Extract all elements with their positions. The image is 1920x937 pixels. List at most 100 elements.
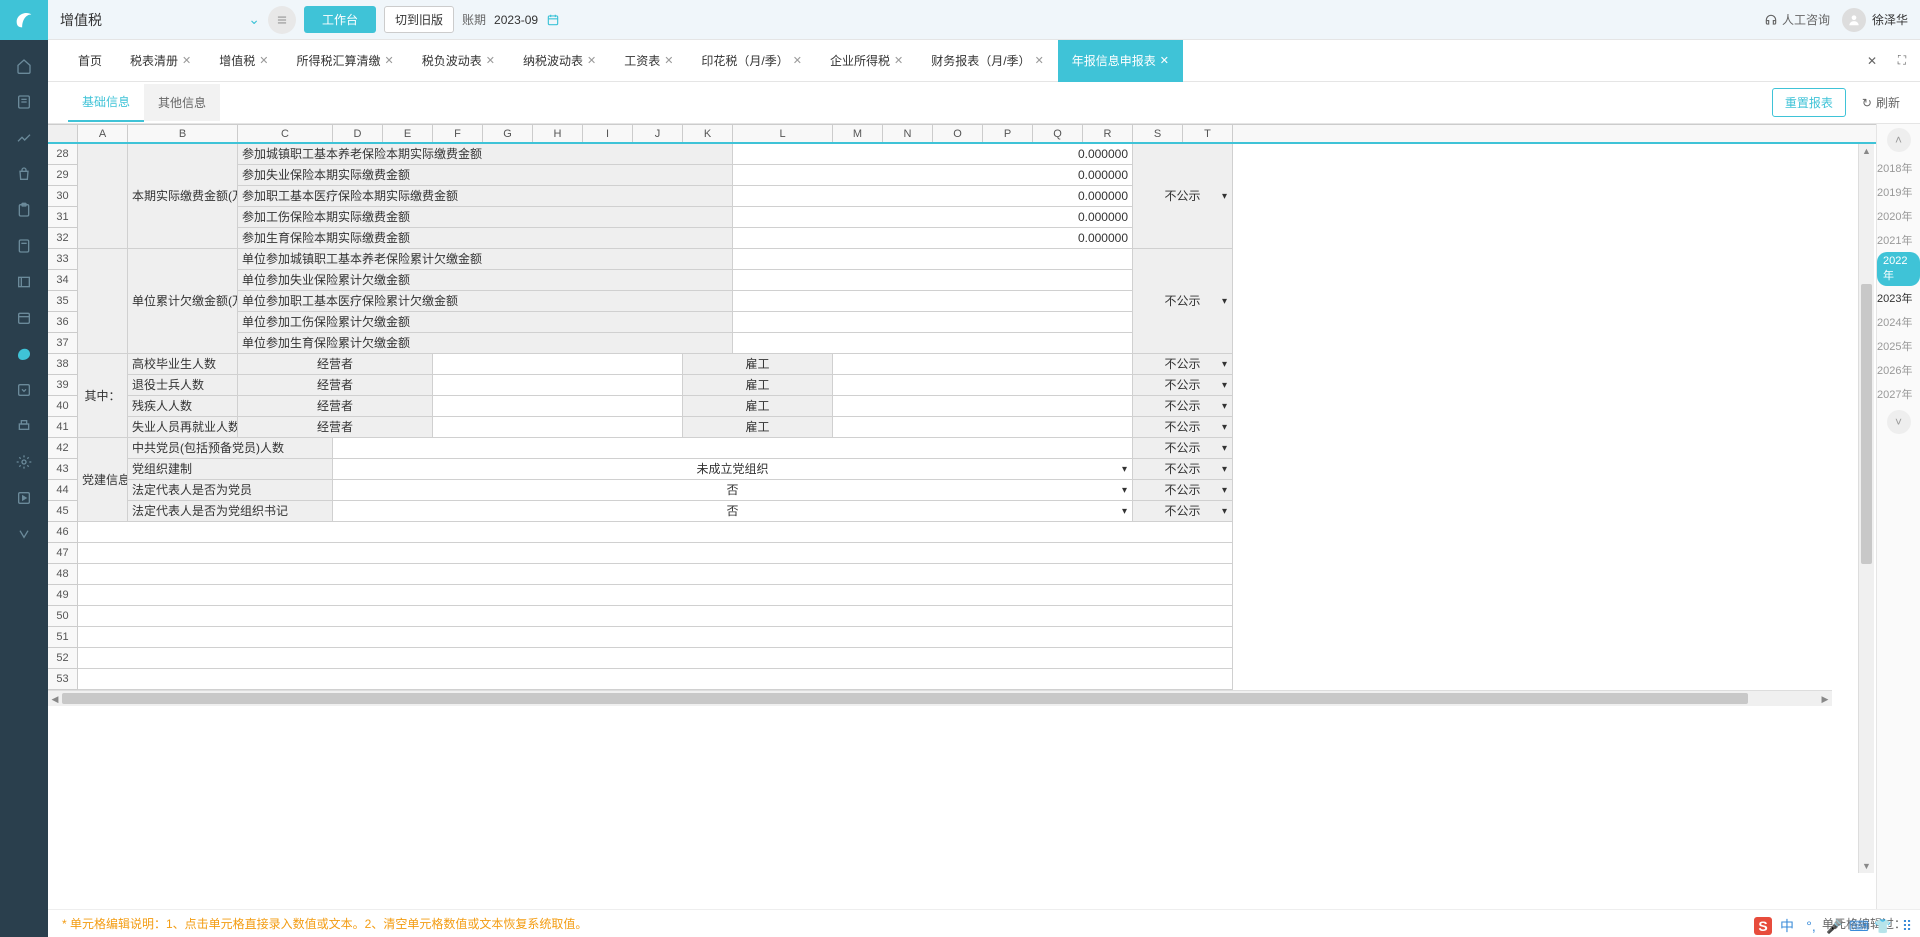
year-option[interactable]: 2025年 [1877, 334, 1920, 358]
cell[interactable]: 单位参加职工基本医疗保险累计欠缴金额 [238, 291, 733, 312]
switch-old-button[interactable]: 切到旧版 [384, 6, 454, 33]
user-menu[interactable]: 徐泽华 [1842, 8, 1908, 32]
nav-calc-icon[interactable] [0, 228, 48, 264]
period-value[interactable]: 2023-09 [494, 13, 538, 27]
tab-4[interactable]: 税负波动表✕ [408, 40, 509, 82]
cell[interactable]: 经营者 [238, 375, 433, 396]
row-header[interactable]: 35 [48, 291, 78, 312]
col-header[interactable]: N [883, 125, 933, 142]
tab-expand-icon[interactable]: ⛶ [1890, 49, 1914, 73]
cell[interactable]: 不公示 [1133, 480, 1233, 501]
row-header[interactable]: 37 [48, 333, 78, 354]
year-option[interactable]: 2024年 [1877, 310, 1920, 334]
row-header[interactable]: 28 [48, 144, 78, 165]
row-header[interactable]: 42 [48, 438, 78, 459]
cell[interactable]: 残疾人人数 [128, 396, 238, 417]
year-option[interactable]: 2019年 [1877, 180, 1920, 204]
tab-close-icon[interactable]: ✕ [259, 54, 268, 67]
calendar-icon[interactable] [546, 13, 560, 27]
cell[interactable]: 中共党员(包括预备党员)人数 [128, 438, 333, 459]
row-header[interactable]: 44 [48, 480, 78, 501]
cell[interactable]: 未成立党组织 [333, 459, 1133, 480]
cell[interactable] [78, 606, 1233, 627]
cell[interactable]: 雇工 [683, 375, 833, 396]
col-header[interactable]: T [1183, 125, 1233, 142]
row-header[interactable]: 52 [48, 648, 78, 669]
tab-10[interactable]: 年报信息申报表✕ [1058, 40, 1183, 82]
cell[interactable]: 不公示 [1133, 354, 1233, 375]
cell[interactable] [733, 333, 1133, 354]
cell[interactable]: 高校毕业生人数 [128, 354, 238, 375]
cell[interactable]: 参加失业保险本期实际缴费金额 [238, 165, 733, 186]
cell[interactable]: 0.000000 [733, 186, 1133, 207]
col-header[interactable]: C [238, 125, 333, 142]
subtab-basic[interactable]: 基础信息 [68, 83, 144, 122]
col-header[interactable]: E [383, 125, 433, 142]
col-header[interactable]: O [933, 125, 983, 142]
tab-close-icon[interactable]: ✕ [664, 54, 673, 67]
tab-close-icon[interactable]: ✕ [486, 54, 495, 67]
row-header[interactable]: 40 [48, 396, 78, 417]
cell[interactable]: 单位参加城镇职工基本养老保险累计欠缴金额 [238, 249, 733, 270]
ime-icon[interactable]: S [1754, 917, 1772, 935]
cell[interactable]: 党组织建制 [128, 459, 333, 480]
col-header[interactable]: M [833, 125, 883, 142]
cell[interactable] [833, 375, 1133, 396]
cell[interactable]: 不公示 [1133, 249, 1233, 354]
reset-button[interactable]: 重置报表 [1772, 88, 1846, 117]
nav-tax-icon[interactable] [0, 264, 48, 300]
nav-date-icon[interactable] [0, 300, 48, 336]
row-header[interactable]: 48 [48, 564, 78, 585]
spreadsheet[interactable]: ABCDEFGHIJKLMNOPQRST 28本期实际缴费金额(万元)参加城镇职… [48, 124, 1876, 909]
cell[interactable]: 法定代表人是否为党员 [128, 480, 333, 501]
cell[interactable]: 0.000000 [733, 228, 1133, 249]
col-header[interactable]: K [683, 125, 733, 142]
tab-2[interactable]: 增值税✕ [205, 40, 282, 82]
col-header[interactable]: I [583, 125, 633, 142]
nav-archive-icon[interactable] [0, 372, 48, 408]
vertical-scrollbar[interactable]: ▲▼ [1858, 144, 1874, 873]
tab-close-icon[interactable]: ✕ [1035, 54, 1044, 67]
year-option[interactable]: 2027年 [1877, 382, 1920, 406]
cell[interactable]: 不公示 [1133, 501, 1233, 522]
cell[interactable] [433, 375, 683, 396]
cell[interactable] [78, 627, 1233, 648]
tab-3[interactable]: 所得税汇算清缴✕ [282, 40, 407, 82]
title-dropdown[interactable]: 增值税 ⌄ [60, 10, 260, 30]
cell[interactable] [733, 270, 1133, 291]
year-option[interactable]: 2023年 [1877, 286, 1920, 310]
tray-kbd-icon[interactable]: ⌨ [1850, 917, 1868, 935]
nav-active-icon[interactable] [0, 336, 48, 372]
tab-7[interactable]: 印花税（月/季）✕ [687, 40, 816, 82]
cell[interactable]: 单位参加失业保险累计欠缴金额 [238, 270, 733, 291]
row-header[interactable]: 51 [48, 627, 78, 648]
cell[interactable]: 参加工伤保险本期实际缴费金额 [238, 207, 733, 228]
col-header[interactable]: R [1083, 125, 1133, 142]
col-header[interactable]: Q [1033, 125, 1083, 142]
year-option[interactable]: 2026年 [1877, 358, 1920, 382]
cell[interactable]: 参加职工基本医疗保险本期实际缴费金额 [238, 186, 733, 207]
nav-doc-icon[interactable] [0, 84, 48, 120]
cell[interactable] [78, 585, 1233, 606]
tab-close-icon[interactable]: ✕ [587, 54, 596, 67]
nav-v-icon[interactable] [0, 516, 48, 552]
year-option[interactable]: 2021年 [1877, 228, 1920, 252]
cell[interactable]: 法定代表人是否为党组织书记 [128, 501, 333, 522]
row-header[interactable]: 31 [48, 207, 78, 228]
tab-close-icon[interactable]: ✕ [894, 54, 903, 67]
cell[interactable] [733, 249, 1133, 270]
year-option[interactable]: 2020年 [1877, 204, 1920, 228]
tab-close-icon[interactable]: ✕ [385, 54, 394, 67]
tab-5[interactable]: 纳税波动表✕ [509, 40, 610, 82]
tray-skin-icon[interactable]: 👕 [1874, 917, 1892, 935]
nav-clipboard-icon[interactable] [0, 192, 48, 228]
tab-close-icon[interactable]: ✕ [1160, 54, 1169, 67]
cell[interactable]: 雇工 [683, 417, 833, 438]
cell[interactable]: 单位参加工伤保险累计欠缴金额 [238, 312, 733, 333]
cell[interactable] [78, 522, 1233, 543]
col-header[interactable]: F [433, 125, 483, 142]
year-option[interactable]: 2018年 [1877, 156, 1920, 180]
nav-chart-icon[interactable] [0, 120, 48, 156]
subtab-other[interactable]: 其他信息 [144, 84, 220, 121]
tab-8[interactable]: 企业所得税✕ [816, 40, 917, 82]
